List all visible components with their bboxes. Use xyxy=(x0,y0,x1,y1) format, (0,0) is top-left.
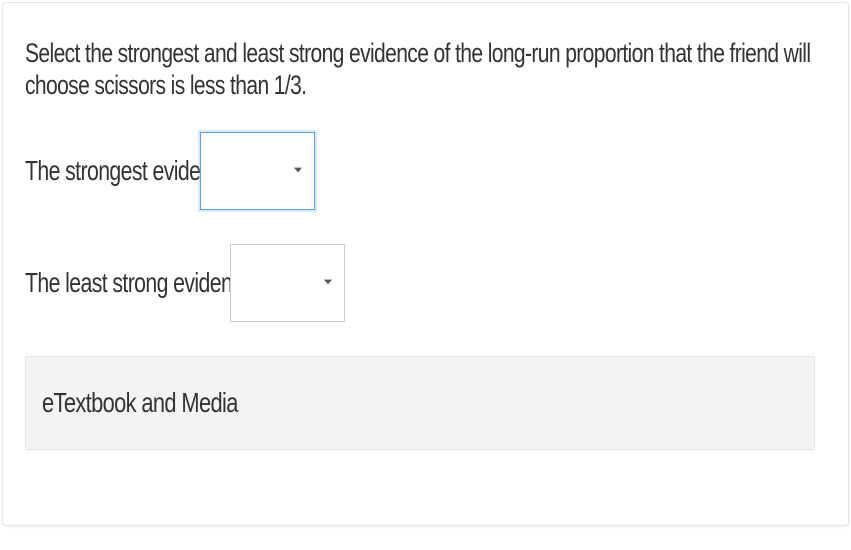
etextbook-media-accordion[interactable]: eTextbook and Media xyxy=(25,356,815,450)
field-row-strongest: The strongest evidence is xyxy=(25,132,826,210)
question-card: Select the strongest and least strong ev… xyxy=(2,2,849,526)
strongest-select[interactable] xyxy=(200,132,315,210)
field-row-least-strong: The least strong evidence is xyxy=(25,244,826,322)
least-strong-select[interactable] xyxy=(230,244,345,322)
accordion-label: eTextbook and Media xyxy=(42,387,238,419)
strongest-label: The strongest evidence is xyxy=(25,155,158,187)
least-strong-label: The least strong evidence is xyxy=(25,267,181,299)
question-instruction: Select the strongest and least strong ev… xyxy=(25,37,825,102)
chevron-down-icon xyxy=(324,279,332,287)
chevron-down-icon xyxy=(294,167,302,175)
